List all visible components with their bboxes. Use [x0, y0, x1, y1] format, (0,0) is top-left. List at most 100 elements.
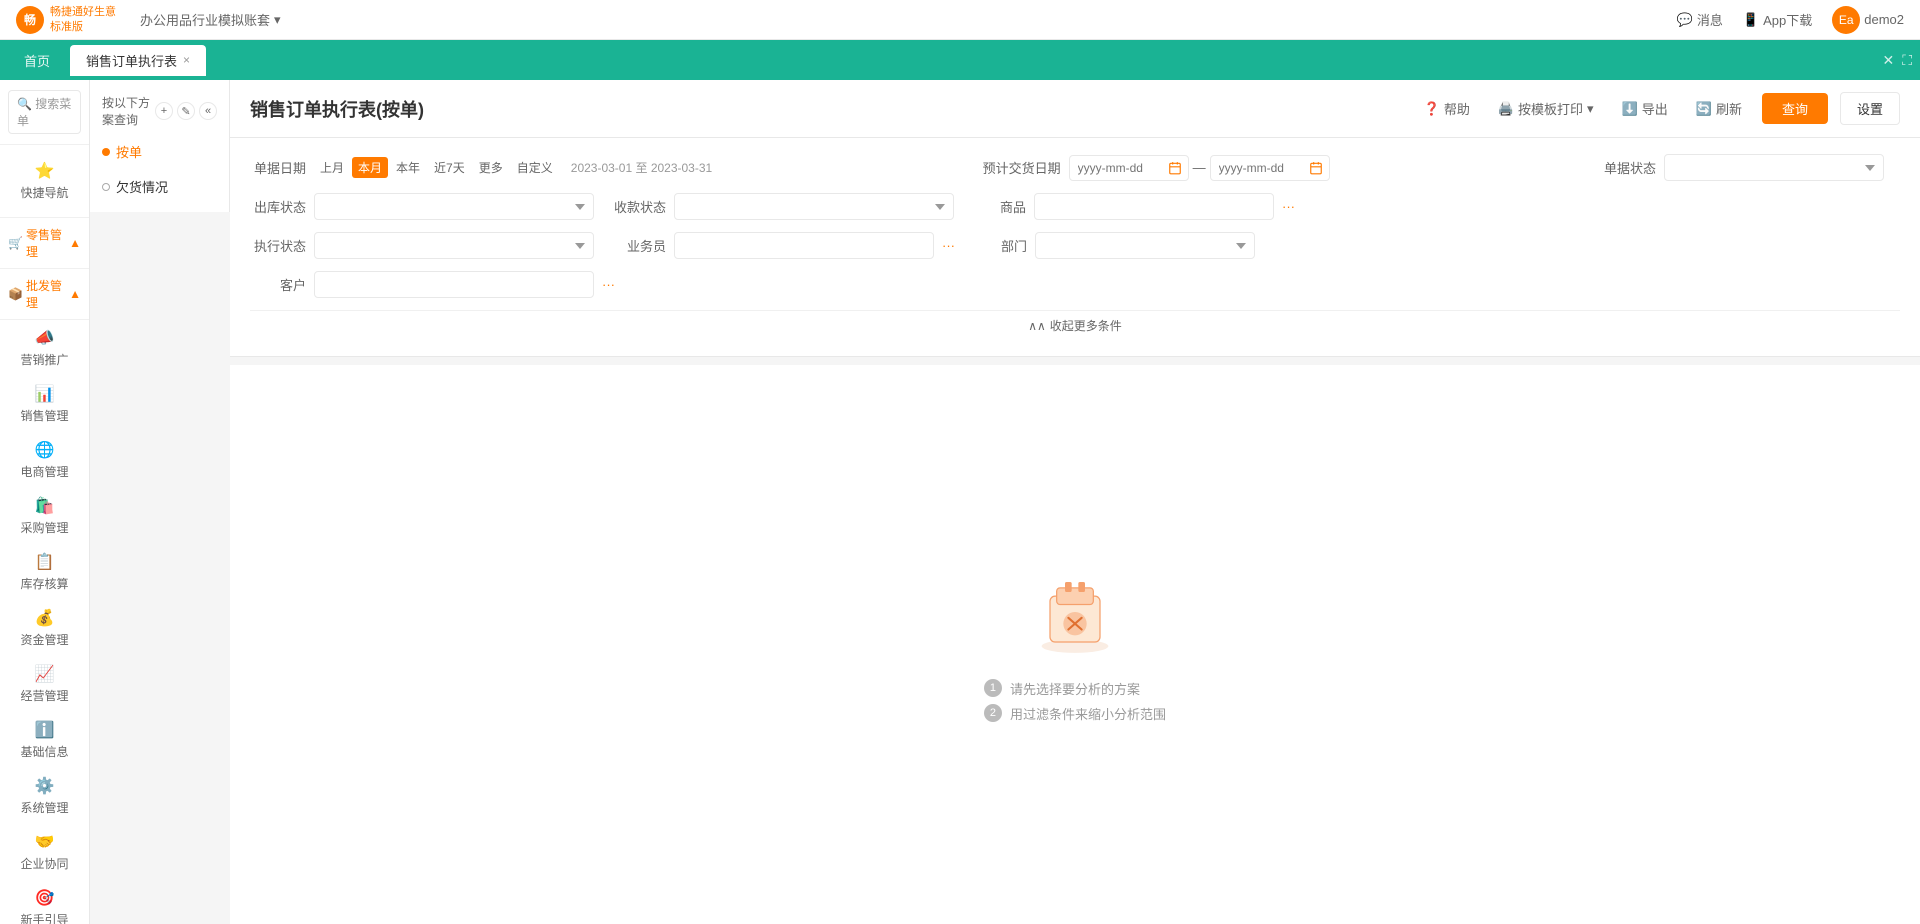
payment-status-label: 收款状态 — [610, 197, 666, 216]
payment-status-select[interactable] — [674, 193, 954, 220]
sidebar-item-purchase[interactable]: 🛍️ 采购管理 — [0, 488, 89, 544]
collapse-more-button[interactable]: ∧∧ 收起更多条件 — [250, 310, 1900, 340]
window-close-icon[interactable]: ✕ — [1882, 52, 1894, 69]
print-template-button[interactable]: 🖨️ 按模板打印 ▾ — [1490, 95, 1602, 122]
expected-date-from[interactable] — [1069, 155, 1189, 181]
date-tab-this-month[interactable]: 本月 — [352, 157, 388, 178]
sidebar-item-operation[interactable]: 📈 经营管理 — [0, 656, 89, 712]
settings-button[interactable]: 设置 — [1840, 92, 1900, 125]
user-profile[interactable]: Ea demo2 — [1832, 6, 1904, 34]
filter-date: 单据日期 上月 本月 本年 近7天 更多 自定义 2023-03-01 至 20… — [250, 157, 712, 178]
goods-input[interactable] — [1034, 193, 1274, 220]
filter-row-2: 出库状态 收款状态 商品 — [250, 193, 1900, 220]
status-label: 单据状态 — [1600, 158, 1656, 177]
goods-more-button[interactable]: ··· — [1282, 199, 1295, 214]
wholesale-icon: 📦 — [8, 287, 23, 301]
empty-state: 1 请先选择要分析的方案 2 用过滤条件来缩小分析范围 — [230, 365, 1920, 924]
customer-label: 客户 — [250, 275, 306, 294]
edit-scheme-button[interactable]: ✎ — [177, 102, 195, 120]
empty-tip-2: 2 用过滤条件来缩小分析范围 — [984, 704, 1166, 723]
date-range-text: 2023-03-01 至 2023-03-31 — [571, 159, 712, 176]
page-title-row: 销售订单执行表(按单) ❓ 帮助 🖨️ 按模板打印 ▾ — [250, 92, 1900, 125]
date-tab-more[interactable]: 更多 — [473, 157, 509, 178]
right-panel: 销售订单执行表(按单) ❓ 帮助 🖨️ 按模板打印 ▾ — [230, 80, 1920, 924]
refresh-icon: 🔄 — [1696, 101, 1712, 117]
page-title: 销售订单执行表(按单) — [250, 96, 424, 122]
sidebar-item-sales[interactable]: 📊 销售管理 — [0, 376, 89, 432]
refresh-button[interactable]: 🔄 刷新 — [1688, 95, 1750, 122]
date-tab-this-year[interactable]: 本年 — [390, 157, 426, 178]
salesman-more-button[interactable]: ··· — [942, 238, 955, 253]
filter-wrapper: 销售订单执行表(按单) ❓ 帮助 🖨️ 按模板打印 ▾ — [230, 80, 1920, 357]
expected-date-range: — — [1069, 155, 1330, 181]
content-area: 按以下方案查询 + ✎ « 按单 欠货情况 — [90, 80, 1920, 924]
filter-customer: 客户 ··· — [250, 271, 615, 298]
filter-row-1: 单据日期 上月 本月 本年 近7天 更多 自定义 2023-03-01 至 20… — [250, 154, 1900, 181]
app-download-button[interactable]: 📱 App下载 — [1743, 10, 1812, 29]
sidebar-item-finance[interactable]: 💰 资金管理 — [0, 600, 89, 656]
salesman-input[interactable] — [674, 232, 934, 259]
filter-out-status: 出库状态 — [250, 193, 594, 220]
dept-label: 部门 — [971, 236, 1027, 255]
out-status-select[interactable] — [314, 193, 594, 220]
message-button[interactable]: 💬 消息 — [1677, 10, 1723, 29]
sidebar-item-basic[interactable]: ℹ️ 基础信息 — [0, 712, 89, 768]
add-scheme-button[interactable]: + — [155, 102, 173, 120]
filter-expected-date: 预计交货日期 — — [983, 155, 1330, 181]
sidebar-item-wholesale[interactable]: 📦 批发管理 ▲ — [0, 269, 89, 319]
sales-icon: 📊 — [35, 384, 55, 404]
marketing-icon: 📣 — [35, 328, 55, 348]
sidebar-item-ecommerce[interactable]: 🌐 电商管理 — [0, 432, 89, 488]
date-tab-7days[interactable]: 近7天 — [428, 157, 471, 178]
collapse-arrow-icon: ∧∧ — [1028, 319, 1046, 333]
sidebar-item-shortcut[interactable]: ⭐ 快捷导航 — [0, 153, 89, 209]
scheme-item-shortage[interactable]: 欠货情况 — [90, 169, 229, 204]
active-dot — [102, 148, 110, 156]
help-button[interactable]: ❓ 帮助 — [1416, 95, 1478, 122]
tab-close-icon[interactable]: × — [183, 54, 190, 66]
top-header: 畅 畅捷通好生意 标准版 办公用品行业模拟账套 ▾ 💬 消息 📱 App下载 E… — [0, 0, 1920, 40]
sidebar-item-collab[interactable]: 🤝 企业协同 — [0, 824, 89, 880]
logo-text: 畅捷通好生意 标准版 — [50, 5, 116, 34]
sidebar: 🔍 搜索菜单 ⭐ 快捷导航 🛒 零售管理 ▲ 📦 批发管理 ▲ 📣 — [0, 80, 90, 924]
left-panel-title: 按以下方案查询 — [102, 94, 155, 128]
query-button[interactable]: 查询 — [1762, 93, 1828, 124]
date-tab-custom[interactable]: 自定义 — [511, 157, 559, 178]
sidebar-item-marketing[interactable]: 📣 营销推广 — [0, 320, 89, 376]
export-button[interactable]: ⬇️ 导出 — [1614, 95, 1676, 122]
status-select[interactable] — [1664, 154, 1884, 181]
header-right: 💬 消息 📱 App下载 Ea demo2 — [1677, 6, 1904, 34]
collapse-panel-button[interactable]: « — [199, 102, 217, 120]
empty-illustration — [1025, 567, 1125, 667]
logo-area: 畅 畅捷通好生意 标准版 — [16, 5, 116, 34]
sidebar-item-guide[interactable]: 🎯 新手引导 — [0, 880, 89, 924]
sidebar-search-area: 🔍 搜索菜单 — [0, 80, 89, 145]
exec-status-select[interactable] — [314, 232, 594, 259]
header-left: 畅 畅捷通好生意 标准版 办公用品行业模拟账套 ▾ — [16, 5, 281, 34]
app-icon: 📱 — [1743, 12, 1759, 28]
dept-select[interactable] — [1035, 232, 1255, 259]
basic-icon: ℹ️ — [35, 720, 55, 740]
window-resize-icon[interactable]: ⛶ — [1902, 52, 1912, 69]
sidebar-item-retail[interactable]: 🛒 零售管理 ▲ — [0, 218, 89, 268]
sidebar-group-wholesale: 📦 批发管理 ▲ — [0, 269, 89, 320]
filter-row-4: 客户 ··· — [250, 271, 1900, 298]
tab-home[interactable]: 首页 — [8, 45, 66, 76]
sidebar-item-inventory[interactable]: 📋 库存核算 — [0, 544, 89, 600]
page-actions: ❓ 帮助 🖨️ 按模板打印 ▾ ⬇️ 导出 — [1416, 92, 1900, 125]
scheme-item-order[interactable]: 按单 — [90, 134, 229, 169]
nav-title[interactable]: 办公用品行业模拟账套 ▾ — [140, 10, 281, 29]
expected-date-to[interactable] — [1210, 155, 1330, 181]
date-tab-last-month[interactable]: 上月 — [314, 157, 350, 178]
empty-tip-1: 1 请先选择要分析的方案 — [984, 679, 1166, 698]
sidebar-item-system[interactable]: ⚙️ 系统管理 — [0, 768, 89, 824]
tab-sales-order[interactable]: 销售订单执行表 × — [70, 45, 206, 76]
sidebar-shortcut: ⭐ 快捷导航 — [0, 145, 89, 218]
print-arrow-icon: ▾ — [1587, 101, 1594, 117]
search-menu-button[interactable]: 🔍 搜索菜单 — [8, 90, 81, 134]
inactive-dot — [102, 183, 110, 191]
customer-more-button[interactable]: ··· — [602, 277, 615, 292]
date-tabs: 上月 本月 本年 近7天 更多 自定义 — [314, 157, 559, 178]
left-panel-header: 按以下方案查询 + ✎ « — [90, 88, 229, 134]
customer-input[interactable] — [314, 271, 594, 298]
